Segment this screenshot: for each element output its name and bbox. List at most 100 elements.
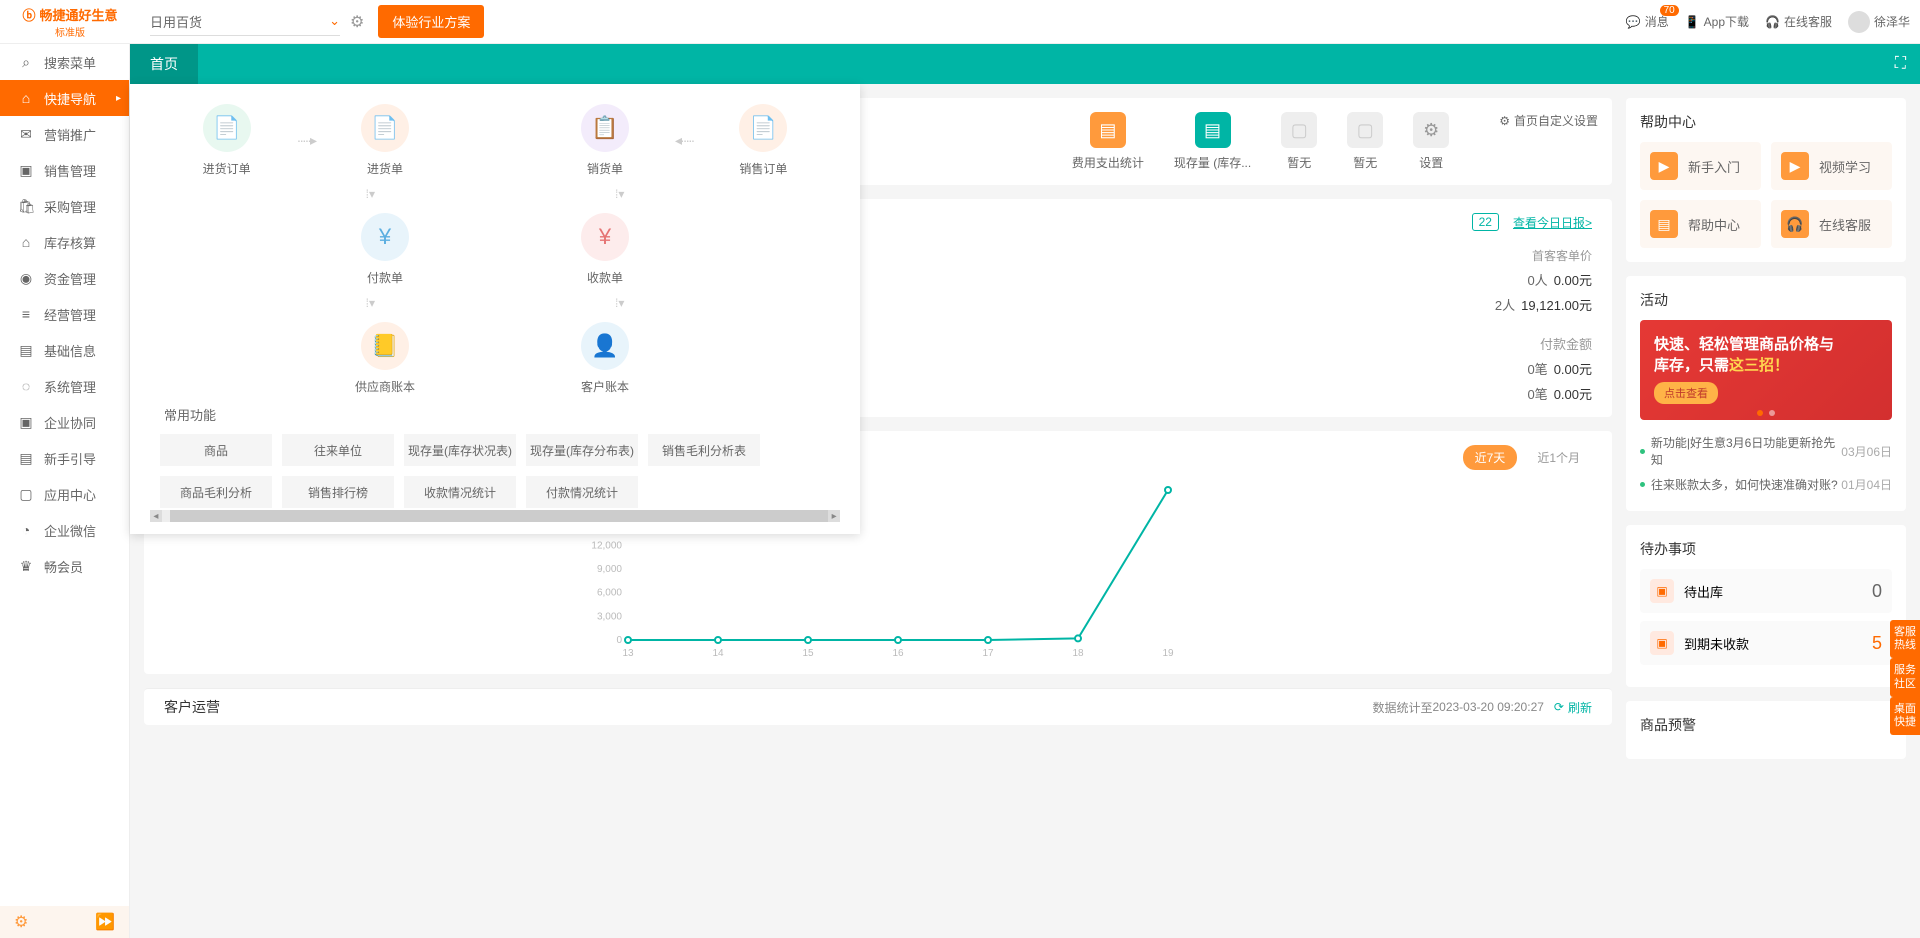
sidebar-item-6[interactable]: ◉资金管理 [0,260,129,296]
user-menu[interactable]: 徐泽华 [1848,11,1910,33]
daily-report-link[interactable]: 查看今日日报> [1513,214,1592,231]
todo-item-1[interactable]: ▣到期未收款5 [1640,621,1892,665]
online-service-label: 在线客服 [1784,13,1832,30]
sidebar-bottom-tools: ⚙ ⏩ [0,906,129,938]
common-fn-7[interactable]: 收款情况统计 [404,476,516,508]
common-fn-8[interactable]: 付款情况统计 [526,476,638,508]
shortcut-stock[interactable]: ▤现存量 (库存... [1174,112,1251,171]
common-fn-5[interactable]: 商品毛利分析 [160,476,272,508]
sidebar-item-4[interactable]: 🛍采购管理 [0,188,129,224]
flyout-scrollbar[interactable]: ◂ ▸ [150,510,840,522]
flow-sales-order[interactable]: 📄销售订单 [713,104,813,177]
todo-icon: ▣ [1650,579,1674,603]
customize-home-link[interactable]: ⚙首页自定义设置 [1499,112,1598,129]
messages-button[interactable]: 💬 消息 70 [1626,13,1669,30]
sidebar-icon: ▣ [18,162,34,179]
online-service-button[interactable]: 🎧 在线客服 [1765,13,1832,30]
sidebar-item-9[interactable]: ◌系统管理 [0,368,129,404]
sidebar-item-3[interactable]: ▣销售管理 [0,152,129,188]
float-btn-1[interactable]: 服务社区 [1890,658,1920,696]
svg-text:18: 18 [1072,648,1084,659]
logo-icon: ⓑ [22,5,35,24]
common-fn-6[interactable]: 销售排行榜 [282,476,394,508]
sidebar-label: 经营管理 [44,305,96,324]
chart-tab-1month[interactable]: 近1个月 [1525,445,1592,470]
messages-badge: 70 [1660,5,1679,16]
sidebar-item-5[interactable]: ⌂库存核算 [0,224,129,260]
chart-tab-7days[interactable]: 近7天 [1463,445,1518,470]
sidebar-item-8[interactable]: ▤基础信息 [0,332,129,368]
float-btn-0[interactable]: 客服热线 [1890,620,1920,658]
fullscreen-icon[interactable]: ⛶ [1881,55,1920,73]
flow-purchase-receipt[interactable]: 📄进货单 [335,104,435,177]
scroll-right-icon[interactable]: ▸ [828,510,840,522]
expense-icon: ▤ [1090,112,1126,148]
todo-item-0[interactable]: ▣待出库0 [1640,569,1892,613]
activity-card: 活动 快速、轻松管理商品价格与库存，只需这三招！ 点击查看 新功能|好生意3月6… [1626,276,1906,511]
activity-banner[interactable]: 快速、轻松管理商品价格与库存，只需这三招！ 点击查看 [1640,320,1892,420]
category-label: 日用百货 [150,12,202,31]
sidebar-item-0[interactable]: ⌕搜索菜单 [0,44,129,80]
tab-home[interactable]: 首页 [130,44,198,84]
sidebar: ⌕搜索菜单⌂快捷导航▸✉营销推广▣销售管理🛍采购管理⌂库存核算◉资金管理≡经营管… [0,44,130,938]
common-fn-1[interactable]: 往来单位 [282,434,394,466]
carousel-dots[interactable] [1757,410,1775,416]
collapse-sidebar-icon[interactable]: ⏩ [95,912,115,932]
flow-supplier-ledger[interactable]: 📒供应商账本 [335,322,435,395]
sidebar-item-12[interactable]: ▢应用中心 [0,476,129,512]
customer-icon: 👤 [581,322,629,370]
sidebar-item-7[interactable]: ≡经营管理 [0,296,129,332]
app-download-button[interactable]: 📱 App下载 [1685,13,1749,30]
common-fn-2[interactable]: 现存量(库存状况表) [404,434,516,466]
sidebar-item-10[interactable]: ▣企业协同 [0,404,129,440]
flow-payment[interactable]: ¥付款单 [335,213,435,286]
arrow-down-icon: ⁞▾ [615,187,624,203]
common-fn-3[interactable]: 现存量(库存分布表) [526,434,638,466]
news-item-1[interactable]: 往来账款太多，如何快速准确对账?01月04日 [1640,472,1892,497]
logo[interactable]: ⓑ畅捷通好生意 标准版 [10,5,130,39]
help-item-3[interactable]: 🎧在线客服 [1771,200,1892,248]
common-fn-0[interactable]: 商品 [160,434,272,466]
scroll-left-icon[interactable]: ◂ [150,510,162,522]
settings-gear-icon[interactable]: ⚙ [14,912,28,932]
news-item-0[interactable]: 新功能|好生意3月6日功能更新抢先知03月06日 [1640,430,1892,472]
chat-icon: 💬 [1626,15,1641,29]
sidebar-item-14[interactable]: ♛畅会员 [0,548,129,584]
try-industry-button[interactable]: 体验行业方案 [378,5,484,38]
flow-receipt[interactable]: ¥收款单 [555,213,655,286]
refresh-icon: ⟳ [1554,700,1564,714]
help-item-0[interactable]: ▶新手入门 [1640,142,1761,190]
flow-customer-ledger[interactable]: 👤客户账本 [555,322,655,395]
sidebar-item-2[interactable]: ✉营销推广 [0,116,129,152]
sidebar-icon: ⌂ [18,90,34,106]
gear-icon[interactable]: ⚙ [350,12,364,32]
flow-purchase-order[interactable]: 📄进货订单 [177,104,277,177]
sidebar-item-13[interactable]: ◔企业微信 [0,512,129,548]
caret-right-icon: ▸ [116,93,121,104]
arrow-down-icon: ⁞▾ [366,187,375,203]
common-fn-4[interactable]: 销售毛利分析表 [648,434,760,466]
scrollbar-thumb[interactable] [170,510,828,522]
shortcut-settings[interactable]: ⚙设置 [1413,112,1449,171]
customer-ops-title: 客户运营 [164,697,220,717]
empty-icon: ▢ [1281,112,1317,148]
empty-icon: ▢ [1347,112,1383,148]
sidebar-item-11[interactable]: ▤新手引导 [0,440,129,476]
arrow-left-icon: ◂····· [675,132,693,149]
float-btn-2[interactable]: 桌面快捷 [1890,697,1920,735]
sidebar-icon: ▤ [18,450,34,467]
tab-bar: 首页 ⛶ [0,44,1920,84]
category-select[interactable]: 日用百货 ⌄ [150,8,340,36]
shortcut-empty-1[interactable]: ▢暂无 [1281,112,1317,171]
help-item-1[interactable]: ▶视频学习 [1771,142,1892,190]
quicknav-flyout: 📄进货订单 ·····▸ 📄进货单 📋销货单 ◂····· 📄销售订单 ⁞▾⁞▾… [130,84,860,534]
sidebar-item-1[interactable]: ⌂快捷导航▸ [0,80,129,116]
banner-cta-button[interactable]: 点击查看 [1654,382,1718,404]
shortcut-expense[interactable]: ▤费用支出统计 [1072,112,1144,171]
flow-sales-slip[interactable]: 📋销货单 [555,104,655,177]
refresh-button[interactable]: ⟳刷新 [1554,699,1592,716]
shortcut-empty-2[interactable]: ▢暂无 [1347,112,1383,171]
help-item-2[interactable]: ▤帮助中心 [1640,200,1761,248]
sidebar-label: 库存核算 [44,233,96,252]
doc-icon: 📄 [739,104,787,152]
